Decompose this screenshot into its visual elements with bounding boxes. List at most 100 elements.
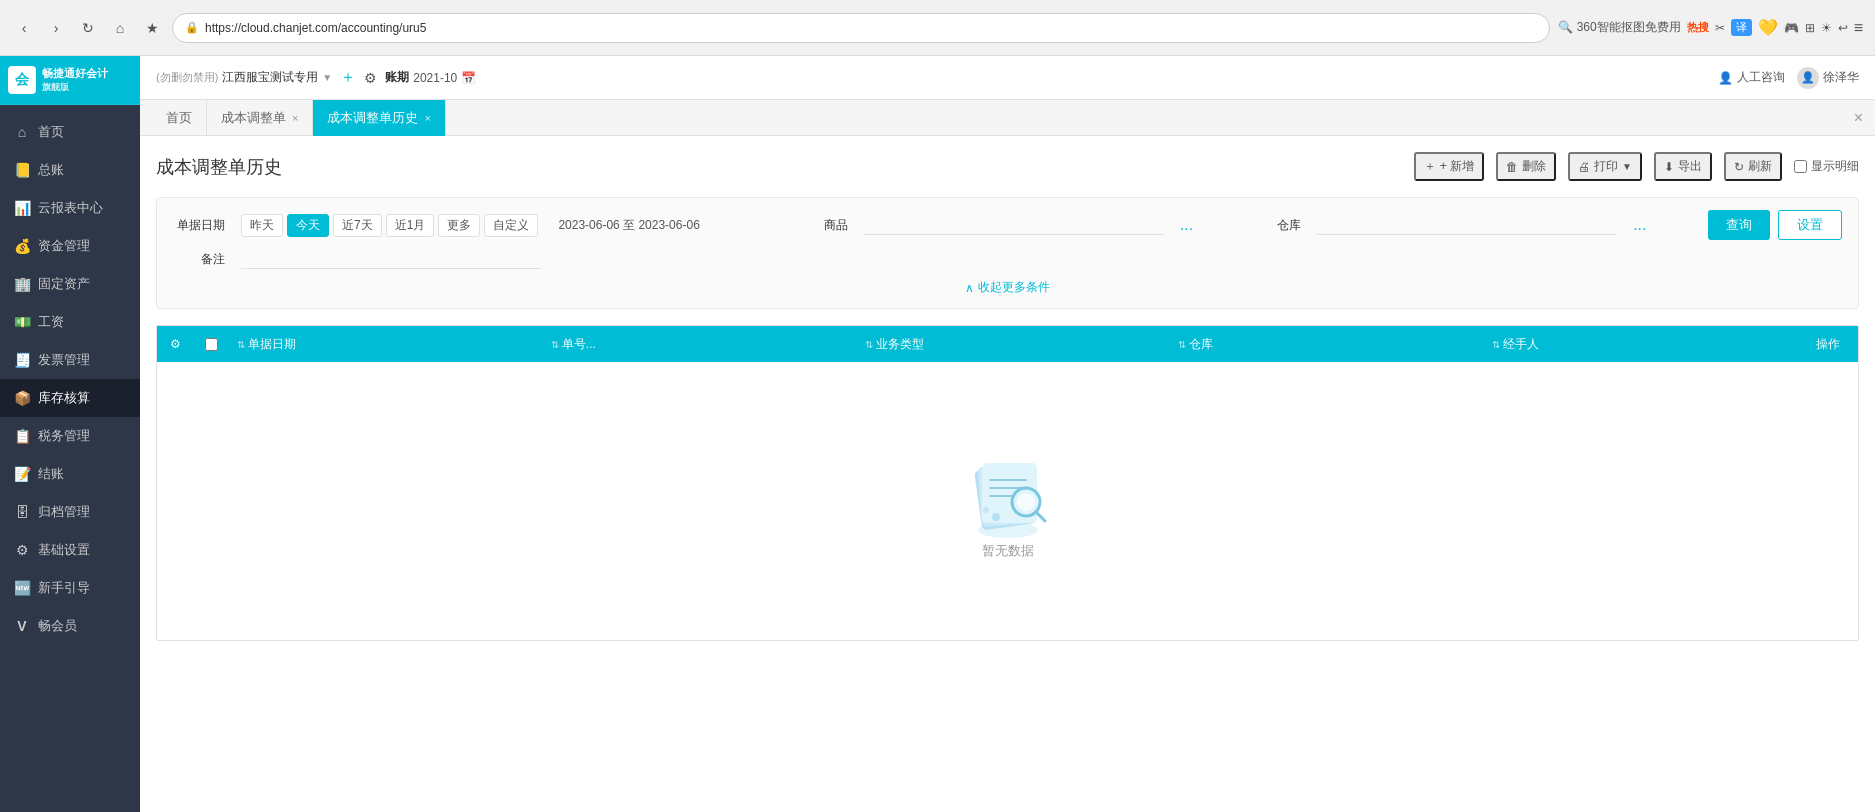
tab-cost-adjust-history[interactable]: 成本调整单历史 × [313,100,445,136]
sidebar-item-settings[interactable]: ⚙ 基础设置 [0,531,140,569]
sidebar-item-archive[interactable]: 🗄 归档管理 [0,493,140,531]
remark-input[interactable] [241,250,541,269]
th-date[interactable]: ⇅ 单据日期 [229,336,543,353]
sidebar-item-inventory[interactable]: 📦 库存核算 [0,379,140,417]
company-name: 江西服宝测试专用 [222,69,318,86]
search-tool[interactable]: 🔍 360智能抠图免费用 [1558,19,1680,36]
service-button[interactable]: 👤 人工咨询 [1718,69,1785,86]
sidebar-item-label: 云报表中心 [38,199,103,217]
export-icon: ⬇ [1664,160,1674,174]
sort-up-icon-2: ⇅ [551,339,559,350]
sidebar-item-guide[interactable]: 🆕 新手引导 [0,569,140,607]
th-date-label: 单据日期 [248,336,296,353]
table-settings-btn[interactable]: ⚙ [157,337,193,351]
sidebar-item-label: 畅会员 [38,617,77,635]
tab-cost-adjust[interactable]: 成本调整单 × [207,100,313,136]
translate-tool[interactable]: 译 [1731,19,1752,36]
add-company-icon[interactable]: ＋ [340,67,356,88]
product-input[interactable] [864,216,1164,235]
delete-button[interactable]: 🗑 删除 [1496,152,1556,181]
star-button[interactable]: ★ [140,16,164,40]
tab-cost-adjust-history-label: 成本调整单历史 [327,109,418,127]
th-biztype-label: 业务类型 [876,336,924,353]
add-button[interactable]: ＋ + 新增 [1414,152,1484,181]
tax-icon: 📋 [14,428,30,444]
print-button[interactable]: 🖨 打印 ▼ [1568,152,1642,181]
forward-button[interactable]: › [44,16,68,40]
sidebar-item-vip[interactable]: V 畅会员 [0,607,140,645]
select-all-checkbox[interactable] [205,338,218,351]
home-button[interactable]: ⌂ [108,16,132,40]
period-label: 账期 [385,69,409,86]
th-handler[interactable]: ⇅ 经手人 [1484,336,1798,353]
display-toggle[interactable]: 显示明细 [1794,158,1859,175]
wallet-tool[interactable]: 💛 [1758,18,1778,37]
filter-settings-button[interactable]: 设置 [1778,210,1842,240]
print-icon: 🖨 [1578,160,1590,174]
sidebar-item-salary[interactable]: 💵 工资 [0,303,140,341]
tab-cost-adjust-close[interactable]: × [292,112,298,124]
settings-icon: ⚙ [14,542,30,558]
refresh-icon: ↻ [1734,160,1744,174]
sidebar-item-funds[interactable]: 💰 资金管理 [0,227,140,265]
theme-tool[interactable]: ☀ [1821,21,1832,35]
sidebar-item-home[interactable]: ⌂ 首页 [0,113,140,151]
account-period: 账期 2021-10 📅 [385,69,476,86]
undo-tool[interactable]: ↩ [1838,21,1848,35]
sidebar-item-invoice[interactable]: 🧾 发票管理 [0,341,140,379]
warehouse-more-btn[interactable]: ... [1633,216,1646,234]
main-content: (勿删勿禁用) 江西服宝测试专用 ▼ ＋ ⚙ 账期 2021-10 📅 👤 人工… [140,56,1875,812]
display-toggle-checkbox[interactable] [1794,160,1807,173]
sidebar-item-label: 工资 [38,313,64,331]
sidebar-item-label: 税务管理 [38,427,90,445]
user-profile[interactable]: 👤 徐泽华 [1797,67,1859,89]
sidebar-item-label: 新手引导 [38,579,90,597]
sidebar: 会 畅捷通好会计 旗舰版 ⌂ 首页 📒 总账 📊 云报表中心 💰 资金管理 [0,56,140,812]
menu-tool[interactable]: ≡ [1854,19,1863,37]
table-select-all[interactable] [193,338,229,351]
query-button[interactable]: 查询 [1708,210,1770,240]
date-btn-more[interactable]: 更多 [438,214,480,237]
product-more-btn[interactable]: ... [1180,216,1193,234]
date-btn-1month[interactable]: 近1月 [386,214,435,237]
company-settings-icon[interactable]: ⚙ [364,70,377,86]
sidebar-item-label: 资金管理 [38,237,90,255]
game-tool[interactable]: 🎮 [1784,21,1799,35]
filter-row-1: 单据日期 昨天 今天 近7天 近1月 更多 自定义 2023-06-06 至 2… [173,210,1842,240]
grid-tool[interactable]: ⊞ [1805,21,1815,35]
date-range-display: 2023-06-06 至 2023-06-06 [558,217,699,234]
close-all-tabs-button[interactable]: × [1854,109,1863,127]
th-biztype[interactable]: ⇅ 业务类型 [857,336,1171,353]
date-btn-custom[interactable]: 自定义 [484,214,538,237]
scissors-tool[interactable]: ✂ [1715,21,1725,35]
sidebar-item-reports[interactable]: 📊 云报表中心 [0,189,140,227]
back-button[interactable]: ‹ [12,16,36,40]
tab-home[interactable]: 首页 [152,100,207,136]
refresh-button[interactable]: ↻ 刷新 [1724,152,1782,181]
sidebar-item-accounting[interactable]: 📝 结账 [0,455,140,493]
url-bar[interactable]: 🔒 https://cloud.chanjet.com/accounting/u… [172,13,1550,43]
sidebar-item-fixed-assets[interactable]: 🏢 固定资产 [0,265,140,303]
sidebar-item-tax[interactable]: 📋 税务管理 [0,417,140,455]
fixed-assets-icon: 🏢 [14,276,30,292]
svg-point-10 [992,513,1000,521]
refresh-button[interactable]: ↻ [76,16,100,40]
top-bar-left: (勿删勿禁用) 江西服宝测试专用 ▼ ＋ ⚙ 账期 2021-10 📅 [156,67,476,88]
calendar-icon[interactable]: 📅 [461,71,476,85]
warehouse-input[interactable] [1317,216,1617,235]
date-btn-yesterday[interactable]: 昨天 [241,214,283,237]
th-number[interactable]: ⇅ 单号... [543,336,857,353]
sidebar-item-ledger[interactable]: 📒 总账 [0,151,140,189]
company-selector[interactable]: (勿删勿禁用) 江西服宝测试专用 ▼ [156,69,332,86]
th-warehouse[interactable]: ⇅ 仓库 [1170,336,1484,353]
logo-text-block: 畅捷通好会计 旗舰版 [42,66,108,93]
collapse-button[interactable]: ∧ 收起更多条件 [173,279,1842,296]
th-warehouse-label: 仓库 [1189,336,1213,353]
date-btn-today[interactable]: 今天 [287,214,329,237]
lock-icon: 🔒 [185,21,199,34]
export-button[interactable]: ⬇ 导出 [1654,152,1712,181]
sidebar-item-label: 固定资产 [38,275,90,293]
tab-cost-adjust-history-close[interactable]: × [424,112,430,124]
hot-label: 热搜 [1687,20,1709,35]
date-btn-7days[interactable]: 近7天 [333,214,382,237]
